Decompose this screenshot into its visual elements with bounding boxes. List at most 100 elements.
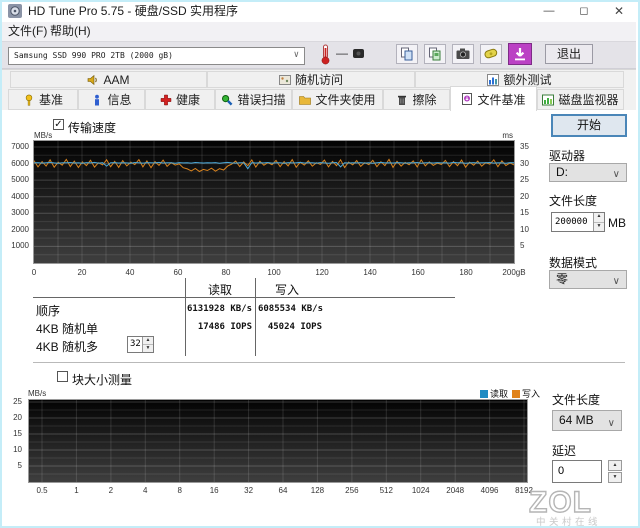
section-divider — [33, 362, 625, 363]
chart1-xtick: 160 — [411, 268, 425, 277]
chart1-y2tick: 35 — [520, 142, 529, 151]
chart2-xtick: 2048 — [446, 486, 465, 495]
table-row-4kmulti-label: 4KB 随机多 — [36, 340, 99, 354]
tab-AAM[interactable]: AAM — [10, 71, 207, 88]
tab-错误扫描[interactable]: 错误扫描 — [215, 89, 292, 110]
chart2-xtick: 0.5 — [36, 486, 48, 495]
file-length-label: 文件长度 — [549, 194, 598, 208]
chart1-ytick: 6000 — [11, 158, 29, 168]
speaker-icon — [88, 74, 98, 85]
legend-read-swatch — [480, 389, 488, 398]
transfer-speed-chart — [33, 140, 515, 264]
start-button[interactable]: 开始 — [551, 114, 627, 137]
info-icon — [95, 94, 100, 105]
data-mode-dropdown[interactable]: 零 ∨ — [549, 270, 627, 289]
watermark-site: 中关村在线 — [536, 517, 602, 528]
queue-depth-arrows[interactable]: ▲ ▼ — [142, 337, 153, 352]
drive-label: 驱动器 — [549, 149, 586, 163]
chevron-down-icon: ∨ — [607, 418, 615, 429]
screenshot-button[interactable] — [452, 44, 474, 64]
tab-label: 健康 — [175, 93, 200, 107]
tab-随机访问[interactable]: 随机访问 — [207, 71, 415, 88]
menu-help[interactable]: 帮助(H) — [44, 22, 97, 41]
tab-label: 随机访问 — [294, 73, 343, 87]
tab-健康[interactable]: 健康 — [145, 89, 215, 110]
chart1-xtick: 0 — [31, 268, 37, 277]
tab-label: 信息 — [107, 93, 132, 107]
tab-label: 擦除 — [412, 93, 437, 107]
chart2-xtick: 8 — [177, 486, 182, 495]
chart1-y2tick: 10 — [520, 224, 529, 234]
chart1-y2tick: 30 — [520, 158, 529, 168]
file-length-value: 200000 — [555, 217, 588, 227]
chart2-xtick: 4096 — [480, 486, 499, 495]
chart1-ytick: 3000 — [11, 208, 29, 218]
chart2-xtick: 16 — [209, 486, 219, 495]
drive-select[interactable]: Samsung SSD 990 PRO 2TB (2000 gB) ∨ — [8, 47, 305, 65]
file-length2-dropdown[interactable]: 64 MB ∨ — [552, 410, 622, 431]
file-benchmark-toolbar-button[interactable] — [508, 43, 532, 65]
table-header-read: 读取 — [207, 283, 232, 297]
chart1-xtick: 120 — [315, 268, 329, 277]
chart1-y2tick: 20 — [520, 191, 529, 201]
save-button[interactable] — [480, 44, 502, 64]
table-vline-1 — [185, 278, 186, 356]
copy-image-button[interactable] — [424, 44, 446, 64]
copy-text-button[interactable] — [396, 44, 418, 64]
delay-up-button[interactable]: ▲ — [608, 460, 622, 471]
block-size-chart — [28, 399, 528, 483]
chart2-ytick: 20 — [13, 413, 22, 422]
chart2-xtick: 128 — [310, 486, 325, 495]
table-4ksingle-write: 45024 IOPS — [267, 322, 322, 332]
chart2-ytick: 5 — [17, 461, 22, 470]
file-length-stepper[interactable]: 200000 ▲ ▼ — [551, 212, 605, 232]
disk-monitor-icon — [542, 94, 555, 105]
chart2-xtick: 2 — [108, 486, 114, 495]
close-button[interactable]: ✕ — [602, 0, 636, 22]
chart1-y2tick: 25 — [520, 175, 529, 185]
copy-image-icon — [429, 47, 441, 61]
minimize-button[interactable]: — — [532, 0, 566, 22]
extra-test-icon — [487, 73, 500, 86]
chart1-xtick: 60 — [173, 268, 183, 277]
tab-信息[interactable]: 信息 — [78, 89, 145, 110]
chart1-y2tick: 5 — [520, 241, 525, 251]
table-vline-2 — [255, 278, 256, 356]
chart2-xtick: 64 — [278, 486, 288, 495]
app-icon — [8, 4, 22, 18]
delay-down-button[interactable]: ▼ — [608, 472, 622, 483]
chart2-xtick: 4 — [143, 486, 148, 495]
tab-磁盘监视器[interactable]: 磁盘监视器 — [537, 89, 624, 110]
chart1-xtick: 200gB — [502, 268, 526, 277]
thermometer-icon[interactable] — [318, 44, 333, 65]
title-bar: HD Tune Pro 5.75 - 硬盘/SSD 实用程序 — ◻ ✕ — [0, 0, 636, 22]
delay-input[interactable]: 0 — [552, 460, 602, 483]
file-length2-value: 64 MB — [559, 413, 594, 427]
tab-文件基准[interactable]: 文件基准 — [450, 86, 537, 111]
chart1-xtick: 80 — [221, 268, 231, 277]
chart1-ytick: 5000 — [11, 175, 29, 185]
chart2-xtick: 512 — [379, 486, 393, 495]
maximize-button[interactable]: ◻ — [567, 0, 601, 22]
tab-label: 文件夹使用 — [315, 93, 376, 107]
chart1-xtick: 180 — [459, 268, 473, 277]
tab-基准[interactable]: 基准 — [8, 89, 78, 110]
tab-文件夹使用[interactable]: 文件夹使用 — [292, 89, 383, 110]
file-length-arrows[interactable]: ▲ ▼ — [593, 213, 604, 231]
exit-button[interactable]: 退出 — [545, 44, 593, 64]
queue-depth-stepper[interactable]: 32 ▲ ▼ — [127, 336, 154, 353]
chart2-xtick: 1 — [74, 486, 79, 495]
erase-icon — [398, 95, 407, 105]
chart1-y-unit: MB/s — [34, 131, 53, 140]
drive-dropdown[interactable]: D: ∨ — [549, 163, 627, 182]
tab-擦除[interactable]: 擦除 — [383, 89, 450, 110]
chart2-ytick: 10 — [13, 445, 22, 454]
chevron-down-icon: ∨ — [293, 50, 299, 60]
block-size-checkbox[interactable] — [57, 371, 68, 382]
file-length2-label: 文件长度 — [552, 393, 601, 407]
camera-icon — [456, 48, 470, 59]
file-benchmark-icon — [462, 93, 473, 105]
tab-label: 错误扫描 — [237, 93, 286, 107]
table-row-seq-label: 顺序 — [36, 304, 61, 318]
transfer-speed-checkbox[interactable]: ✓ — [53, 119, 64, 130]
